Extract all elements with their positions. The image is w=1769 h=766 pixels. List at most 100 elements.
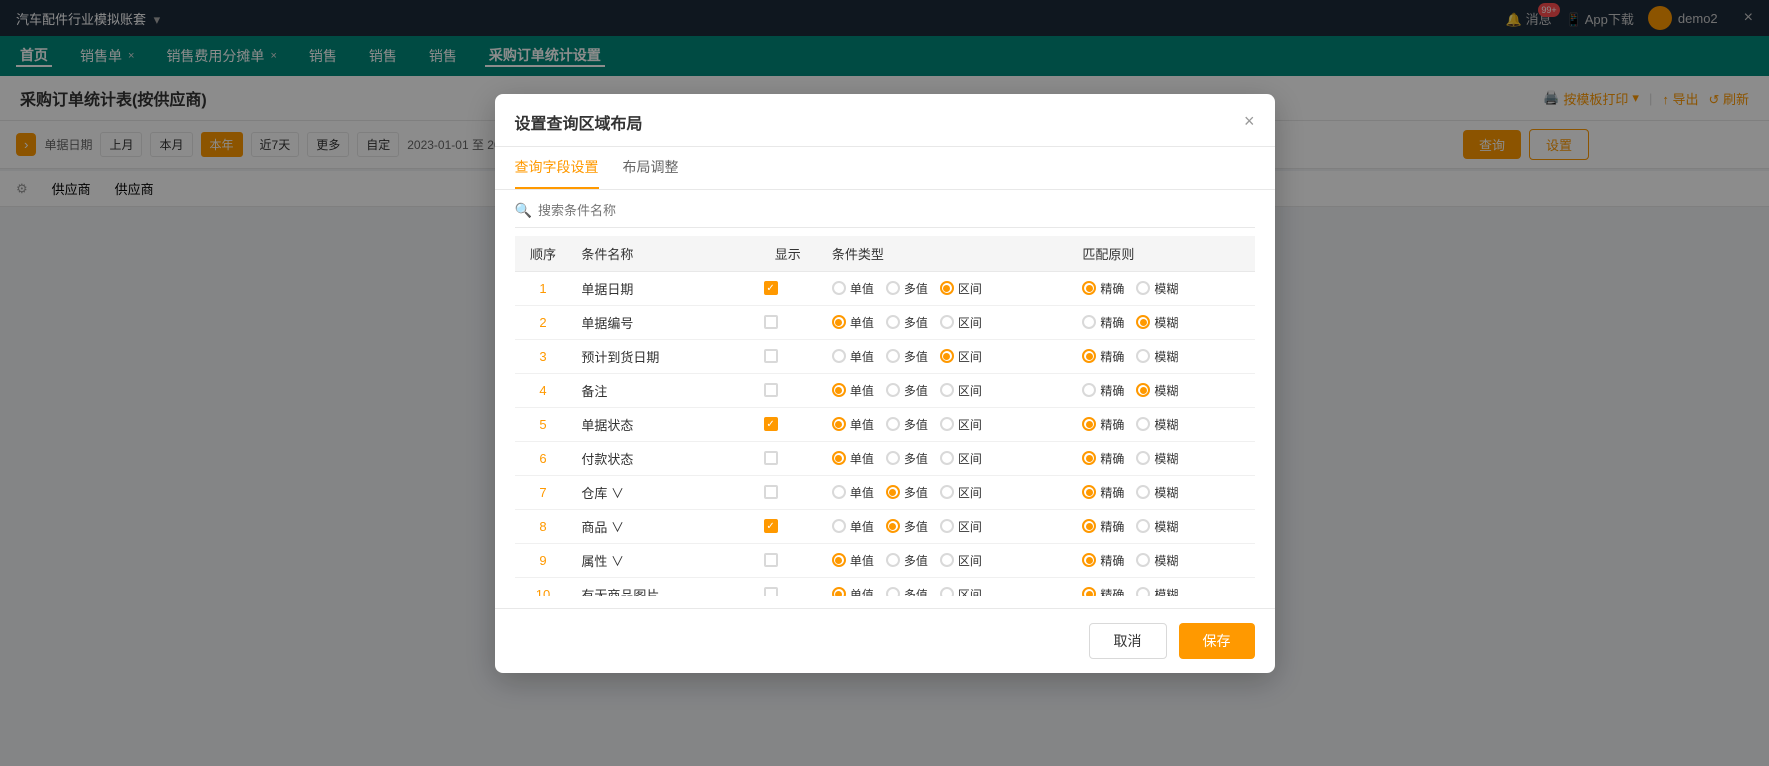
match-type-exact[interactable]: 精确 [1082,382,1124,399]
row-display-checkbox[interactable] [754,441,822,475]
cond-type-range[interactable]: 区间 [940,518,982,535]
display-checkbox[interactable] [764,383,778,397]
match-type-exact[interactable]: 精确 [1082,518,1124,535]
cond-type-multi[interactable]: 多值 [886,382,928,399]
cond-type-multi[interactable]: 多值 [886,280,928,297]
cond-type-range[interactable]: 区间 [940,586,982,596]
radio-circle-single [832,349,846,363]
cancel-button[interactable]: 取消 [1089,623,1167,659]
match-type-fuzzy[interactable]: 模糊 [1136,348,1178,365]
radio-circle-multi [886,281,900,295]
cond-type-multi[interactable]: 多值 [886,416,928,433]
radio-circle-match-exact [1082,315,1096,329]
match-type-fuzzy[interactable]: 模糊 [1136,586,1178,596]
match-type-fuzzy[interactable]: 模糊 [1136,314,1178,331]
cond-type-single[interactable]: 单值 [832,586,874,596]
radio-circle-multi [886,485,900,499]
radio-circle-multi [886,553,900,567]
cond-type-multi[interactable]: 多值 [886,586,928,596]
row-display-checkbox[interactable]: ✓ [754,407,822,441]
cond-type-range[interactable]: 区间 [940,348,982,365]
display-checkbox[interactable] [764,485,778,499]
row-display-checkbox[interactable] [754,339,822,373]
match-type-fuzzy[interactable]: 模糊 [1136,484,1178,501]
row-match-rule: 精确模糊 [1072,509,1254,543]
cond-type-single[interactable]: 单值 [832,280,874,297]
cond-type-range[interactable]: 区间 [940,416,982,433]
table-row: 5单据状态✓单值多值区间精确模糊 [515,407,1255,441]
row-name: 单据状态 [571,407,753,441]
col-header-name: 条件名称 [571,236,753,272]
match-type-exact[interactable]: 精确 [1082,314,1124,331]
display-checkbox[interactable] [764,315,778,329]
row-display-checkbox[interactable] [754,475,822,509]
dialog-title: 设置查询区域布局 [515,110,643,134]
cond-type-single[interactable]: 单值 [832,348,874,365]
row-display-checkbox[interactable] [754,543,822,577]
display-checkbox[interactable] [764,553,778,567]
radio-circle-range [940,587,954,596]
match-type-fuzzy[interactable]: 模糊 [1136,382,1178,399]
match-type-exact[interactable]: 精确 [1082,552,1124,569]
match-type-exact[interactable]: 精确 [1082,586,1124,596]
radio-circle-match-fuzzy [1136,553,1150,567]
display-checkbox[interactable] [764,349,778,363]
display-checkbox[interactable]: ✓ [764,519,778,533]
col-header-order: 顺序 [515,236,572,272]
row-display-checkbox[interactable]: ✓ [754,509,822,543]
match-type-exact[interactable]: 精确 [1082,416,1124,433]
tab-layout-adjust[interactable]: 布局调整 [623,147,679,189]
display-checkbox[interactable]: ✓ [764,417,778,431]
radio-circle-match-fuzzy [1136,383,1150,397]
row-display-checkbox[interactable] [754,577,822,596]
row-match-rule: 精确模糊 [1072,441,1254,475]
cond-type-range[interactable]: 区间 [940,280,982,297]
row-name: 有无商品图片 [571,577,753,596]
row-name: 商品 ∨ [571,509,753,543]
table-row: 2单据编号单值多值区间精确模糊 [515,305,1255,339]
match-type-fuzzy[interactable]: 模糊 [1136,552,1178,569]
tab-query-fields[interactable]: 查询字段设置 [515,147,599,189]
match-type-fuzzy[interactable]: 模糊 [1136,518,1178,535]
cond-type-multi[interactable]: 多值 [886,484,928,501]
cond-type-single[interactable]: 单值 [832,314,874,331]
cond-type-multi[interactable]: 多值 [886,518,928,535]
cond-type-multi[interactable]: 多值 [886,450,928,467]
display-checkbox[interactable] [764,587,778,596]
cond-type-single[interactable]: 单值 [832,382,874,399]
match-type-exact[interactable]: 精确 [1082,450,1124,467]
save-button[interactable]: 保存 [1179,623,1255,659]
cond-type-range[interactable]: 区间 [940,450,982,467]
cond-type-single[interactable]: 单值 [832,484,874,501]
cond-type-multi[interactable]: 多值 [886,348,928,365]
radio-circle-range [940,315,954,329]
row-display-checkbox[interactable] [754,305,822,339]
dialog-close-button[interactable]: × [1244,111,1255,132]
match-type-fuzzy[interactable]: 模糊 [1136,416,1178,433]
cond-type-range[interactable]: 区间 [940,552,982,569]
cond-type-range[interactable]: 区间 [940,484,982,501]
row-display-checkbox[interactable] [754,373,822,407]
match-type-exact[interactable]: 精确 [1082,280,1124,297]
match-type-fuzzy[interactable]: 模糊 [1136,450,1178,467]
row-display-checkbox[interactable]: ✓ [754,271,822,305]
row-order: 1 [515,271,572,305]
cond-type-range[interactable]: 区间 [940,382,982,399]
cond-type-range[interactable]: 区间 [940,314,982,331]
search-icon: 🔍 [515,202,532,219]
cond-type-multi[interactable]: 多值 [886,314,928,331]
cond-type-single[interactable]: 单值 [832,518,874,535]
display-checkbox[interactable] [764,451,778,465]
cond-type-single[interactable]: 单值 [832,552,874,569]
cond-type-multi[interactable]: 多值 [886,552,928,569]
display-checkbox[interactable]: ✓ [764,281,778,295]
radio-circle-multi [886,349,900,363]
cond-type-single[interactable]: 单值 [832,450,874,467]
row-match-rule: 精确模糊 [1072,407,1254,441]
search-input[interactable] [538,203,738,218]
match-type-exact[interactable]: 精确 [1082,484,1124,501]
cond-type-single[interactable]: 单值 [832,416,874,433]
match-type-exact[interactable]: 精确 [1082,348,1124,365]
config-table-scroll: 顺序 条件名称 显示 条件类型 匹配原则 1单据日期✓单值多值区间精确模糊2单据… [515,236,1255,596]
match-type-fuzzy[interactable]: 模糊 [1136,280,1178,297]
